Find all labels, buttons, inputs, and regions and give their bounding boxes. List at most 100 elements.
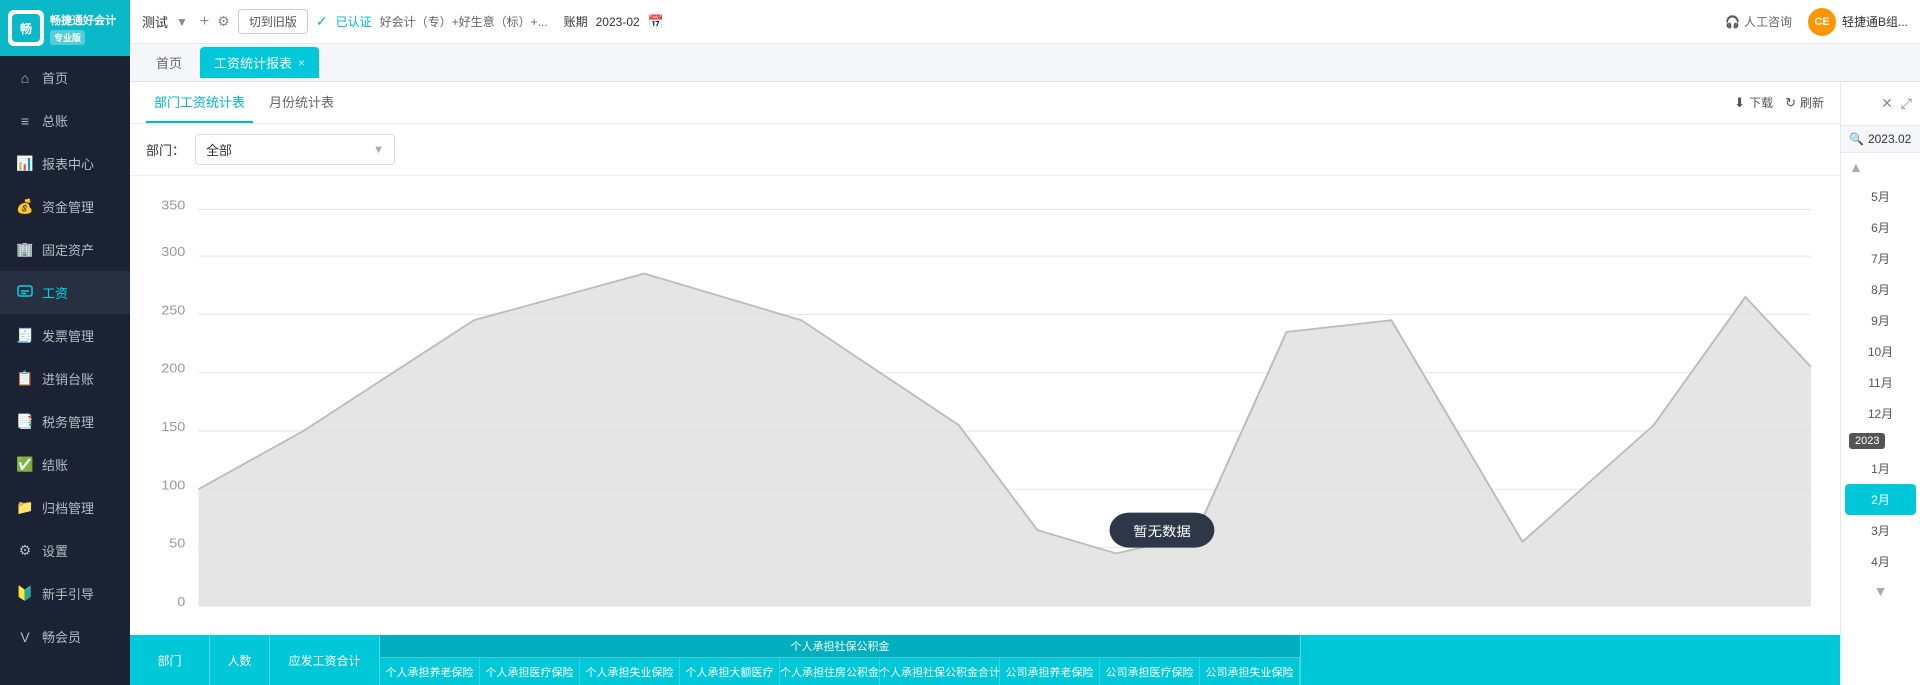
month-11[interactable]: 11月 bbox=[1841, 367, 1920, 398]
col-pension-company: 公司承担养老保险 bbox=[1000, 658, 1100, 685]
logo-icon: 畅 bbox=[8, 10, 44, 46]
dept-select[interactable]: 全部 ▼ bbox=[195, 134, 395, 165]
group-label: 个人承担社保公积金 bbox=[380, 635, 1300, 658]
sub-tab-month-label: 月份统计表 bbox=[269, 92, 334, 111]
calendar-icon[interactable]: 📅 bbox=[648, 14, 664, 30]
tab-home[interactable]: 首页 bbox=[142, 47, 196, 78]
col-dept: 部门 bbox=[130, 635, 210, 685]
support-label: 人工咨询 bbox=[1744, 13, 1792, 30]
username: 轻捷通B组... bbox=[1842, 13, 1908, 30]
certified-label: 已认证 bbox=[336, 13, 372, 30]
user-menu[interactable]: CE 轻捷通B组... bbox=[1808, 8, 1908, 36]
month-12[interactable]: 12月 bbox=[1841, 398, 1920, 429]
month-1[interactable]: 1月 bbox=[1841, 453, 1920, 484]
period-value: 2023-02 bbox=[596, 15, 640, 29]
dropdown-icon[interactable]: ▼ bbox=[176, 15, 188, 29]
chart-svg: 0 50 100 150 200 250 300 350 bbox=[146, 192, 1824, 635]
sidebar-logo: 畅 畅捷通好会计 专业版 bbox=[0, 0, 130, 56]
sidebar-label-tax: 税务管理 bbox=[42, 412, 94, 431]
period-label: 账期 bbox=[564, 13, 588, 30]
support-button[interactable]: 🎧 人工咨询 bbox=[1725, 13, 1792, 30]
sidebar-item-assets[interactable]: 🏢 固定资产 bbox=[0, 228, 130, 271]
tabbar: 首页 工资统计报表 × bbox=[130, 44, 1920, 82]
svg-text:300: 300 bbox=[161, 245, 185, 259]
topbar-right: 🎧 人工咨询 CE 轻捷通B组... bbox=[1725, 8, 1908, 36]
dept-select-value: 全部 bbox=[206, 140, 232, 159]
month-9[interactable]: 9月 bbox=[1841, 305, 1920, 336]
chart-container: 0 50 100 150 200 250 300 350 bbox=[146, 192, 1824, 635]
month-7[interactable]: 7月 bbox=[1841, 243, 1920, 274]
sidebar-label-wizard: 新手引导 bbox=[42, 584, 94, 603]
month-4[interactable]: 4月 bbox=[1841, 546, 1920, 577]
assets-icon: 🏢 bbox=[16, 241, 34, 258]
sidebar-label-purchase: 进销台账 bbox=[42, 369, 94, 388]
sidebar-item-invoice[interactable]: 🧾 发票管理 bbox=[0, 314, 130, 357]
col-medical-personal: 个人承担医疗保险 bbox=[480, 658, 580, 685]
sidebar-item-reports[interactable]: 📊 报表中心 bbox=[0, 142, 130, 185]
close-icon[interactable]: ✕ bbox=[1881, 95, 1893, 112]
col-unemployment-company: 公司承担失业保险 bbox=[1200, 658, 1300, 685]
sidebar-item-wizard[interactable]: 🔰 新手引导 bbox=[0, 572, 130, 615]
sidebar-label-assets: 固定资产 bbox=[42, 240, 94, 259]
col-bigmedical-personal: 个人承担大额医疗 bbox=[680, 658, 780, 685]
sidebar-label-ledger: 总账 bbox=[42, 111, 68, 130]
svg-text:200: 200 bbox=[161, 361, 185, 375]
date-search[interactable]: 🔍 2023.02 bbox=[1841, 126, 1920, 153]
tab-home-label: 首页 bbox=[156, 53, 182, 72]
avatar: CE bbox=[1808, 8, 1836, 36]
sidebar-item-salary[interactable]: 工资 bbox=[0, 271, 130, 314]
sidebar-item-funds[interactable]: 💰 资金管理 bbox=[0, 185, 130, 228]
tab-close-icon[interactable]: × bbox=[298, 56, 305, 70]
month-3[interactable]: 3月 bbox=[1841, 515, 1920, 546]
tab-salary-report-label: 工资统计报表 bbox=[214, 53, 292, 72]
col-social-total-personal: 个人承担社保公积金合计 bbox=[880, 658, 1000, 685]
sidebar-item-settle[interactable]: ✅ 结账 bbox=[0, 443, 130, 486]
content-wrapper: 部门工资统计表 月份统计表 ⬇ 下载 ↻ 刷新 bbox=[130, 82, 1920, 685]
sub-tab-month[interactable]: 月份统计表 bbox=[261, 82, 342, 123]
year-2023-badge: 2023 bbox=[1849, 433, 1885, 449]
tab-salary-report[interactable]: 工资统计报表 × bbox=[200, 47, 319, 78]
refresh-button[interactable]: ↻ 刷新 bbox=[1785, 94, 1824, 111]
sidebar-item-ledger[interactable]: ≡ 总账 bbox=[0, 99, 130, 142]
ledger-icon: ≡ bbox=[16, 113, 34, 129]
funds-icon: 💰 bbox=[16, 198, 34, 215]
company-name: 测试 bbox=[142, 12, 168, 31]
month-8[interactable]: 8月 bbox=[1841, 274, 1920, 305]
month-6[interactable]: 6月 bbox=[1841, 212, 1920, 243]
switch-version-button[interactable]: 切到旧版 bbox=[238, 9, 308, 34]
month-list: ▲ 5月 6月 7月 8月 9月 10月 11月 12月 2023 1月 2月 … bbox=[1841, 153, 1920, 685]
sidebar-item-archive[interactable]: 📁 归档管理 bbox=[0, 486, 130, 529]
purchase-icon: 📋 bbox=[16, 370, 34, 387]
refresh-icon: ↻ bbox=[1785, 95, 1796, 111]
gear-icon[interactable]: ⚙ bbox=[217, 13, 230, 30]
sidebar-item-home[interactable]: ⌂ 首页 bbox=[0, 56, 130, 99]
wizard-icon: 🔰 bbox=[16, 585, 34, 602]
right-panel-header: ✕ ⤢ bbox=[1841, 82, 1920, 126]
month-5[interactable]: 5月 bbox=[1841, 181, 1920, 212]
month-2-active[interactable]: 2月 bbox=[1845, 484, 1916, 515]
year-down-icon[interactable]: ▼ bbox=[1874, 583, 1888, 599]
expand-icon[interactable]: ⤢ bbox=[1901, 95, 1912, 112]
sub-tab-dept[interactable]: 部门工资统计表 bbox=[146, 82, 253, 123]
sidebar-item-member[interactable]: V 畅会员 bbox=[0, 615, 130, 658]
salary-icon bbox=[16, 283, 34, 302]
search-icon: 🔍 bbox=[1849, 132, 1864, 146]
sidebar-label-member: 畅会员 bbox=[42, 627, 81, 646]
sidebar-item-settings[interactable]: ⚙ 设置 bbox=[0, 529, 130, 572]
sub-tab-actions: ⬇ 下载 ↻ 刷新 bbox=[1734, 94, 1824, 111]
right-panel: ✕ ⤢ 🔍 2023.02 ▲ 5月 6月 7月 8月 9月 bbox=[1840, 82, 1920, 685]
sidebar-label-reports: 报表中心 bbox=[42, 154, 94, 173]
plus-icon[interactable]: + bbox=[200, 13, 209, 31]
sidebar-item-purchase[interactable]: 📋 进销台账 bbox=[0, 357, 130, 400]
month-10[interactable]: 10月 bbox=[1841, 336, 1920, 367]
download-button[interactable]: ⬇ 下载 bbox=[1734, 94, 1773, 111]
invoice-icon: 🧾 bbox=[16, 327, 34, 344]
download-label: 下载 bbox=[1749, 94, 1773, 111]
sidebar-label-invoice: 发票管理 bbox=[42, 326, 94, 345]
archive-icon: 📁 bbox=[16, 499, 34, 516]
year-up-icon[interactable]: ▲ bbox=[1849, 159, 1863, 175]
download-icon: ⬇ bbox=[1734, 95, 1745, 111]
col-count: 人数 bbox=[210, 635, 270, 685]
sidebar-item-tax[interactable]: 📑 税务管理 bbox=[0, 400, 130, 443]
member-icon: V bbox=[16, 629, 34, 645]
